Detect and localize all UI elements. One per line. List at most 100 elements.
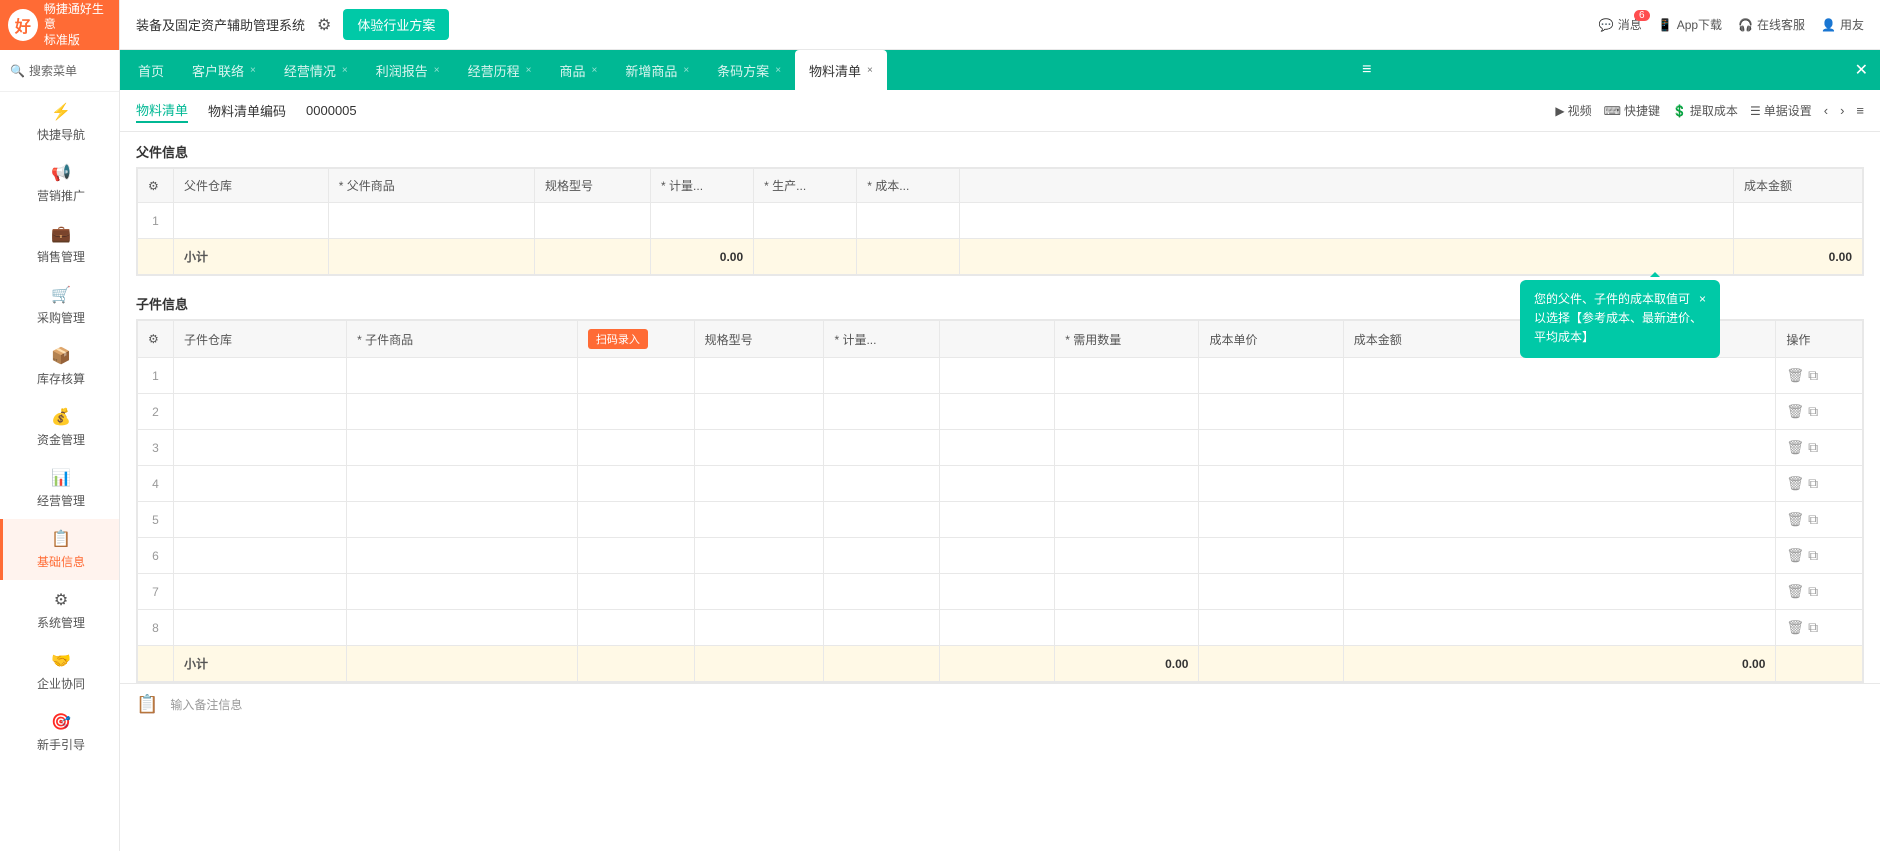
- tool-extract-cost[interactable]: 💲 提取成本: [1672, 102, 1738, 119]
- child-row-2-unit-cost[interactable]: [1199, 394, 1343, 430]
- child-row-4-qty[interactable]: [1055, 466, 1199, 502]
- child-row-3-product[interactable]: [347, 430, 578, 466]
- app-download-action[interactable]: 📱 App下载: [1658, 16, 1722, 33]
- nav-prev[interactable]: ‹: [1824, 103, 1828, 118]
- parent-product-cell[interactable]: [328, 203, 534, 239]
- tab-close-all[interactable]: ✕: [1847, 60, 1876, 80]
- copy-row-8[interactable]: ⧉: [1808, 619, 1818, 636]
- delete-row-3[interactable]: 🗑: [1786, 439, 1804, 456]
- tab-products[interactable]: 商品 ×: [545, 50, 611, 90]
- copy-row-4[interactable]: ⧉: [1808, 475, 1818, 492]
- delete-row-6[interactable]: 🗑: [1786, 547, 1804, 564]
- child-row-8-product[interactable]: [347, 610, 578, 646]
- parent-cost-cell[interactable]: [857, 203, 960, 239]
- online-service-action[interactable]: 🎧 在线客服: [1738, 16, 1805, 33]
- child-row-4-unit-cost[interactable]: [1199, 466, 1343, 502]
- child-row-4-spec[interactable]: [694, 466, 824, 502]
- child-row-1-warehouse[interactable]: [174, 358, 347, 394]
- child-row-6-warehouse[interactable]: [174, 538, 347, 574]
- parent-prod-cell[interactable]: [754, 203, 857, 239]
- tab-close-barcode[interactable]: ×: [775, 65, 781, 76]
- delete-row-8[interactable]: 🗑: [1786, 619, 1804, 636]
- child-row-8-spec[interactable]: [694, 610, 824, 646]
- child-row-6-unit-cost[interactable]: [1199, 538, 1343, 574]
- tab-bom[interactable]: 物料清单 ×: [795, 50, 887, 90]
- child-row-8-warehouse[interactable]: [174, 610, 347, 646]
- child-row-4-warehouse[interactable]: [174, 466, 347, 502]
- child-row-2-unit[interactable]: [824, 394, 939, 430]
- child-row-6-spec[interactable]: [694, 538, 824, 574]
- child-row-7-unit-cost[interactable]: [1199, 574, 1343, 610]
- experience-button[interactable]: 体验行业方案: [343, 9, 449, 40]
- tooltip-close-button[interactable]: ×: [1699, 290, 1706, 309]
- delete-row-5[interactable]: 🗑: [1786, 511, 1804, 528]
- child-row-5-qty[interactable]: [1055, 502, 1199, 538]
- sidebar-item-finance[interactable]: 💰 资金管理: [0, 397, 119, 458]
- child-row-1-unit-cost[interactable]: [1199, 358, 1343, 394]
- child-row-7-product[interactable]: [347, 574, 578, 610]
- parent-warehouse-cell[interactable]: [174, 203, 329, 239]
- child-row-2-warehouse[interactable]: [174, 394, 347, 430]
- child-row-3-qty[interactable]: [1055, 430, 1199, 466]
- copy-row-2[interactable]: ⧉: [1808, 403, 1818, 420]
- tab-more[interactable]: ≡: [1354, 61, 1379, 79]
- child-row-8-qty[interactable]: [1055, 610, 1199, 646]
- sidebar-item-sales[interactable]: 💼 销售管理: [0, 214, 119, 275]
- sidebar-item-inventory[interactable]: 📦 库存核算: [0, 336, 119, 397]
- delete-row-7[interactable]: 🗑: [1786, 583, 1804, 600]
- child-row-6-unit[interactable]: [824, 538, 939, 574]
- sidebar-item-collab[interactable]: 🤝 企业协同: [0, 641, 119, 702]
- sidebar-item-purchase[interactable]: 🛒 采购管理: [0, 275, 119, 336]
- sidebar-item-quick-nav[interactable]: ⚡ 快捷导航: [0, 92, 119, 153]
- child-row-3-spec[interactable]: [694, 430, 824, 466]
- child-row-3-unit-cost[interactable]: [1199, 430, 1343, 466]
- child-row-2-qty[interactable]: [1055, 394, 1199, 430]
- child-row-5-product[interactable]: [347, 502, 578, 538]
- tab-customer[interactable]: 客户联络 ×: [178, 50, 270, 90]
- tool-shortcut[interactable]: ⌨ 快捷键: [1604, 102, 1660, 119]
- tool-view[interactable]: ▶ 视频: [1555, 102, 1591, 119]
- copy-row-3[interactable]: ⧉: [1808, 439, 1818, 456]
- delete-row-2[interactable]: 🗑: [1786, 403, 1804, 420]
- child-row-7-warehouse[interactable]: [174, 574, 347, 610]
- child-row-3-unit[interactable]: [824, 430, 939, 466]
- delete-row-1[interactable]: 🗑: [1786, 367, 1804, 384]
- child-row-3-warehouse[interactable]: [174, 430, 347, 466]
- delete-row-4[interactable]: 🗑: [1786, 475, 1804, 492]
- tab-close-ops-status[interactable]: ×: [342, 65, 348, 76]
- child-row-1-spec[interactable]: [694, 358, 824, 394]
- tab-ops-status[interactable]: 经营情况 ×: [270, 50, 362, 90]
- copy-row-6[interactable]: ⧉: [1808, 547, 1818, 564]
- tab-profit[interactable]: 利润报告 ×: [362, 50, 454, 90]
- search-menu-button[interactable]: 🔍 搜索菜单: [10, 58, 109, 83]
- child-row-1-unit[interactable]: [824, 358, 939, 394]
- child-row-2-spec[interactable]: [694, 394, 824, 430]
- child-row-4-product[interactable]: [347, 466, 578, 502]
- child-row-8-unit-cost[interactable]: [1199, 610, 1343, 646]
- child-row-4-unit[interactable]: [824, 466, 939, 502]
- user-action[interactable]: 👤 用友: [1821, 16, 1864, 33]
- scan-input-button[interactable]: 扫码录入: [588, 329, 648, 349]
- sidebar-item-guide[interactable]: 🎯 新手引导: [0, 702, 119, 763]
- tab-barcode[interactable]: 条码方案 ×: [703, 50, 795, 90]
- child-row-7-unit[interactable]: [824, 574, 939, 610]
- message-action[interactable]: 💬 消息 6: [1599, 16, 1642, 33]
- child-row-5-unit[interactable]: [824, 502, 939, 538]
- tab-close-products[interactable]: ×: [591, 65, 597, 76]
- tab-close-profit[interactable]: ×: [434, 65, 440, 76]
- tab-close-bom[interactable]: ×: [867, 65, 873, 76]
- tab-ops-history[interactable]: 经营历程 ×: [454, 50, 546, 90]
- nav-list[interactable]: ≡: [1856, 103, 1864, 118]
- subnav-list[interactable]: 物料清单: [136, 98, 188, 123]
- sidebar-item-ops[interactable]: 📊 经营管理: [0, 458, 119, 519]
- child-row-1-product[interactable]: [347, 358, 578, 394]
- child-row-5-warehouse[interactable]: [174, 502, 347, 538]
- nav-next[interactable]: ›: [1840, 103, 1844, 118]
- sidebar-item-basic[interactable]: 📋 基础信息: [0, 519, 119, 580]
- tab-close-ops-history[interactable]: ×: [526, 65, 532, 76]
- child-row-5-unit-cost[interactable]: [1199, 502, 1343, 538]
- tab-close-customer[interactable]: ×: [250, 65, 256, 76]
- child-row-7-spec[interactable]: [694, 574, 824, 610]
- sidebar-item-marketing[interactable]: 📢 营销推广: [0, 153, 119, 214]
- tool-single-settings[interactable]: ☰ 单据设置: [1750, 102, 1812, 119]
